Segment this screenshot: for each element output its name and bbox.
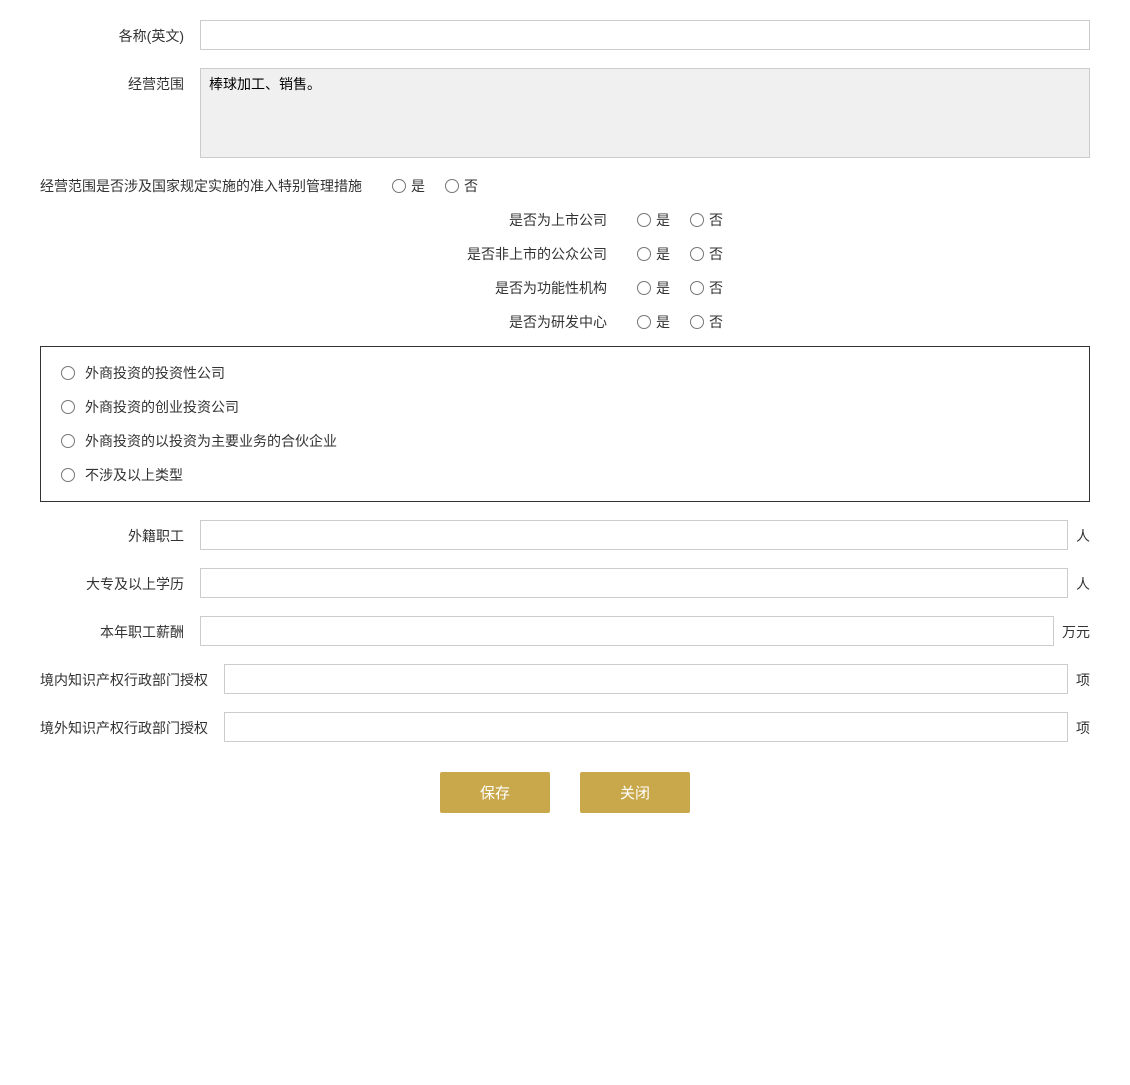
rd-center-yes-option[interactable]: 是 <box>637 312 670 332</box>
functional-org-yes-radio[interactable] <box>637 281 651 295</box>
listed-radio-group: 是 否 <box>637 210 723 230</box>
investment-option-2[interactable]: 外商投资的以投资为主要业务的合伙企业 <box>61 431 1069 451</box>
investment-box: 外商投资的投资性公司 外商投资的创业投资公司 外商投资的以投资为主要业务的合伙企… <box>40 346 1090 502</box>
investment-label-1: 外商投资的创业投资公司 <box>85 397 239 417</box>
investment-radio-3[interactable] <box>61 468 75 482</box>
special-mgmt-yes-option[interactable]: 是 <box>392 176 425 196</box>
domestic-ip-unit: 项 <box>1068 664 1090 690</box>
foreign-ip-label: 境外知识产权行政部门授权 <box>40 712 224 738</box>
special-mgmt-no-radio[interactable] <box>445 179 459 193</box>
domestic-ip-label: 境内知识产权行政部门授权 <box>40 664 224 690</box>
foreign-employees-label: 外籍职工 <box>40 520 200 546</box>
save-button[interactable]: 保存 <box>440 772 550 813</box>
functional-org-no-label: 否 <box>709 278 723 298</box>
annual-salary-label: 本年职工薪酬 <box>40 616 200 642</box>
special-mgmt-radio-group: 是 否 <box>392 176 478 196</box>
unlisted-public-yes-radio[interactable] <box>637 247 651 261</box>
special-mgmt-yes-label: 是 <box>411 176 425 196</box>
close-button[interactable]: 关闭 <box>580 772 690 813</box>
unlisted-public-row: 是否非上市的公众公司 是 否 <box>40 244 1090 264</box>
button-area: 保存 关闭 <box>40 772 1090 833</box>
foreign-employees-unit: 人 <box>1068 520 1090 546</box>
investment-label-2: 外商投资的以投资为主要业务的合伙企业 <box>85 431 337 451</box>
rd-center-label: 是否为研发中心 <box>407 312 607 332</box>
college-edu-row: 大专及以上学历 人 <box>40 568 1090 598</box>
annual-salary-row: 本年职工薪酬 万元 <box>40 616 1090 646</box>
investment-radio-1[interactable] <box>61 400 75 414</box>
listed-no-radio[interactable] <box>690 213 704 227</box>
listed-no-label: 否 <box>709 210 723 230</box>
name-en-label: 各称(英文) <box>40 20 200 46</box>
listed-yes-radio[interactable] <box>637 213 651 227</box>
foreign-ip-row: 境外知识产权行政部门授权 项 <box>40 712 1090 742</box>
business-scope-textarea[interactable]: 棒球加工、销售。 <box>200 68 1090 158</box>
investment-option-0[interactable]: 外商投资的投资性公司 <box>61 363 1069 383</box>
business-scope-label: 经营范围 <box>40 68 200 94</box>
listed-yes-label: 是 <box>656 210 670 230</box>
unlisted-public-yes-option[interactable]: 是 <box>637 244 670 264</box>
investment-option-1[interactable]: 外商投资的创业投资公司 <box>61 397 1069 417</box>
functional-org-no-option[interactable]: 否 <box>690 278 723 298</box>
college-edu-input[interactable] <box>200 568 1068 598</box>
special-mgmt-label: 经营范围是否涉及国家规定实施的准入特别管理措施 <box>40 176 362 196</box>
investment-label-3: 不涉及以上类型 <box>85 465 183 485</box>
functional-org-no-radio[interactable] <box>690 281 704 295</box>
college-edu-unit: 人 <box>1068 568 1090 594</box>
foreign-employees-input[interactable] <box>200 520 1068 550</box>
rd-center-yes-radio[interactable] <box>637 315 651 329</box>
special-mgmt-no-option[interactable]: 否 <box>445 176 478 196</box>
unlisted-public-no-radio[interactable] <box>690 247 704 261</box>
unlisted-public-yes-label: 是 <box>656 244 670 264</box>
listed-no-option[interactable]: 否 <box>690 210 723 230</box>
listed-row: 是否为上市公司 是 否 <box>40 210 1090 230</box>
college-edu-label: 大专及以上学历 <box>40 568 200 594</box>
special-mgmt-no-label: 否 <box>464 176 478 196</box>
domestic-ip-row: 境内知识产权行政部门授权 项 <box>40 664 1090 694</box>
unlisted-public-label: 是否非上市的公众公司 <box>407 244 607 264</box>
rd-center-no-option[interactable]: 否 <box>690 312 723 332</box>
form-container: 各称(英文) 经营范围 棒球加工、销售。 经营范围是否涉及国家规定实施的准入特别… <box>40 20 1090 833</box>
investment-option-3[interactable]: 不涉及以上类型 <box>61 465 1069 485</box>
investment-radio-0[interactable] <box>61 366 75 380</box>
functional-org-label: 是否为功能性机构 <box>407 278 607 298</box>
annual-salary-input[interactable] <box>200 616 1054 646</box>
foreign-ip-input[interactable] <box>224 712 1068 742</box>
unlisted-public-radio-group: 是 否 <box>637 244 723 264</box>
name-en-row: 各称(英文) <box>40 20 1090 50</box>
domestic-ip-input[interactable] <box>224 664 1068 694</box>
annual-salary-unit: 万元 <box>1054 616 1090 642</box>
rd-center-row: 是否为研发中心 是 否 <box>40 312 1090 332</box>
rd-center-no-label: 否 <box>709 312 723 332</box>
unlisted-public-no-option[interactable]: 否 <box>690 244 723 264</box>
listed-yes-option[interactable]: 是 <box>637 210 670 230</box>
name-en-input[interactable] <box>200 20 1090 50</box>
functional-org-radio-group: 是 否 <box>637 278 723 298</box>
listed-label: 是否为上市公司 <box>407 210 607 230</box>
business-scope-row: 经营范围 棒球加工、销售。 <box>40 68 1090 158</box>
investment-label-0: 外商投资的投资性公司 <box>85 363 225 383</box>
special-mgmt-row: 经营范围是否涉及国家规定实施的准入特别管理措施 是 否 <box>40 176 1090 196</box>
investment-radio-2[interactable] <box>61 434 75 448</box>
rd-center-radio-group: 是 否 <box>637 312 723 332</box>
rd-center-yes-label: 是 <box>656 312 670 332</box>
special-mgmt-yes-radio[interactable] <box>392 179 406 193</box>
foreign-ip-unit: 项 <box>1068 712 1090 738</box>
foreign-employees-row: 外籍职工 人 <box>40 520 1090 550</box>
functional-org-row: 是否为功能性机构 是 否 <box>40 278 1090 298</box>
functional-org-yes-option[interactable]: 是 <box>637 278 670 298</box>
unlisted-public-no-label: 否 <box>709 244 723 264</box>
rd-center-no-radio[interactable] <box>690 315 704 329</box>
functional-org-yes-label: 是 <box>656 278 670 298</box>
